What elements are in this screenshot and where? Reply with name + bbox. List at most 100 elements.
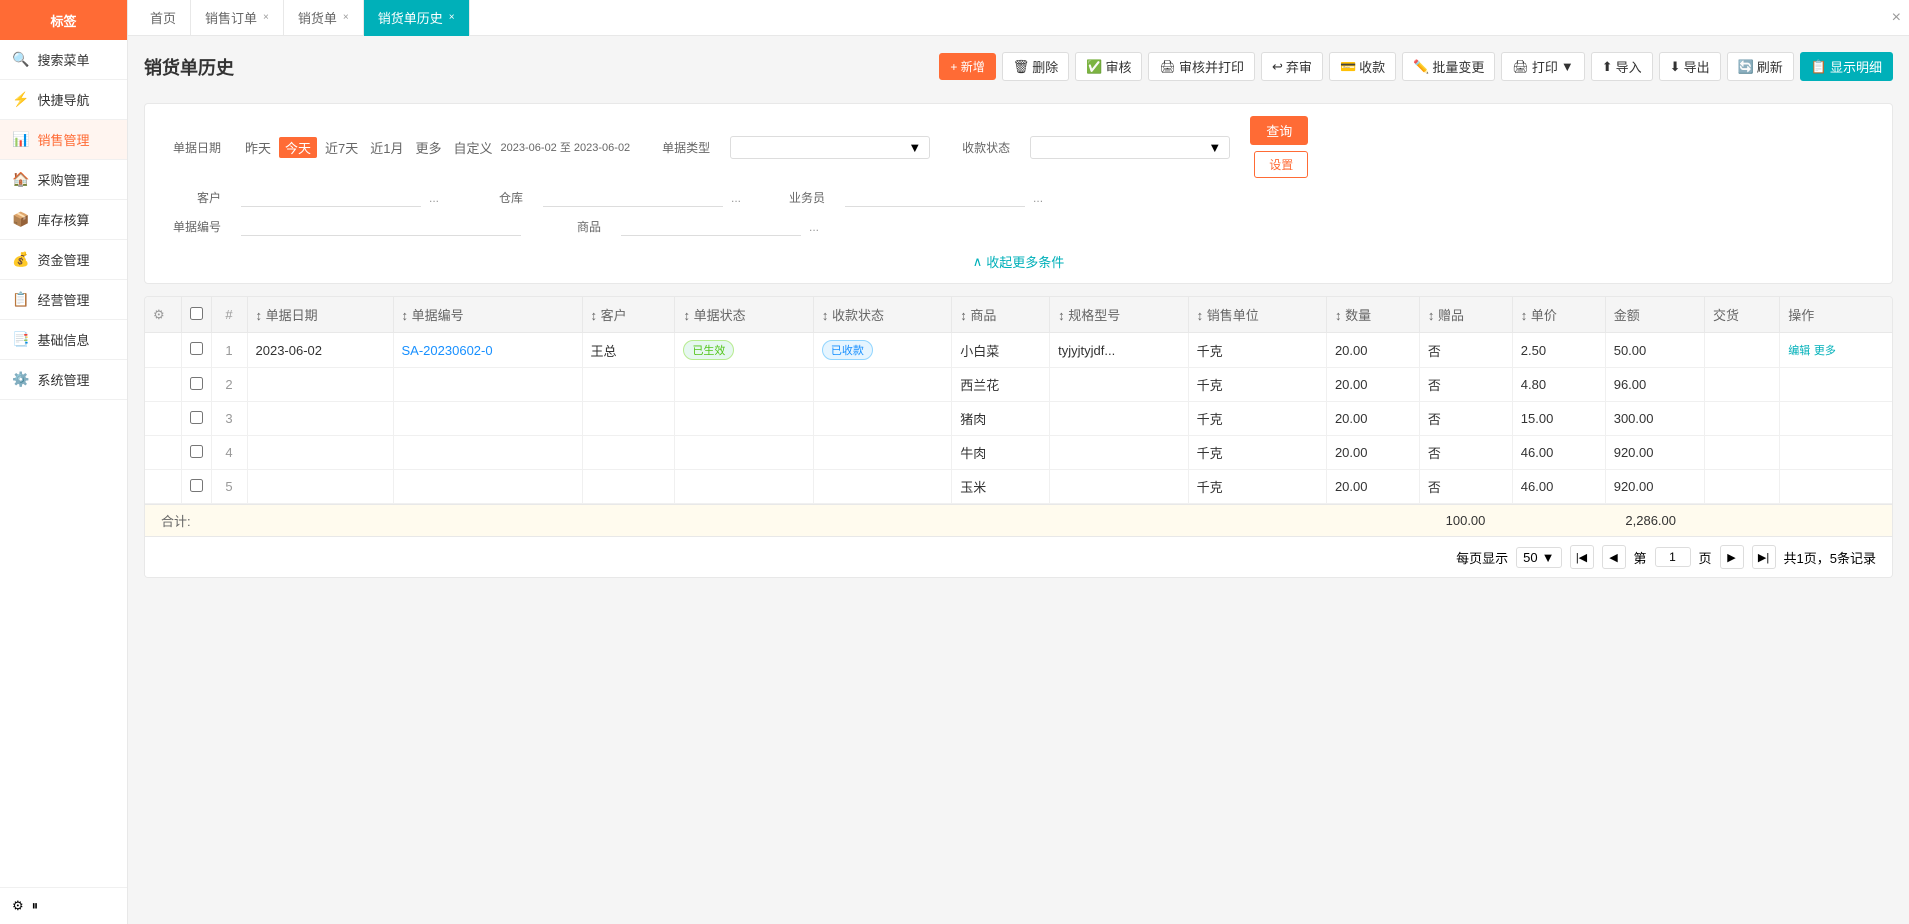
page-prev-btn[interactable]: ◀ [1602,545,1626,569]
row-checkbox[interactable] [190,342,203,355]
filter-collapse-btn[interactable]: ∧ 收起更多条件 [161,246,1876,271]
row-doc-date [247,402,393,436]
salesman-ellipsis-btn[interactable]: ... [1029,191,1047,205]
settings-col-icon[interactable]: ⚙ [153,307,165,322]
collect-button[interactable]: 💳 收款 [1329,52,1396,81]
row-doc-number [393,402,582,436]
tab-sales-history-close[interactable]: × [449,12,455,23]
col-customer[interactable]: ↕ 客户 [582,297,675,333]
import-button[interactable]: ⬆ 导入 [1591,52,1653,81]
col-spec[interactable]: ↕ 规格型号 [1050,297,1188,333]
row-checkbox-cell [181,470,211,504]
sidebar-item-quick-nav[interactable]: ⚡ 快捷导航 [0,80,127,120]
new-button[interactable]: + 新增 [939,53,995,80]
col-settings[interactable]: ⚙ [145,297,181,333]
docnum-input[interactable] [241,217,521,236]
tab-sales-history[interactable]: 销货单历史 × [364,0,470,36]
doc-number-link[interactable]: SA-20230602-0 [402,343,493,358]
date-btn-7days[interactable]: 近7天 [321,137,362,158]
date-btn-more[interactable]: 更多 [412,137,446,158]
page-first-btn[interactable]: |◀ [1570,545,1594,569]
row-num: 1 [211,333,247,368]
tab-home[interactable]: 首页 [136,0,191,36]
row-checkbox[interactable] [190,445,203,458]
select-all-checkbox[interactable] [190,307,203,320]
sidebar-item-inventory[interactable]: 📦 库存核算 [0,200,127,240]
sidebar-bottom-icon1[interactable]: ⚙ [12,898,24,914]
sidebar-item-operations[interactable]: 📋 经营管理 [0,280,127,320]
warehouse-ellipsis-btn[interactable]: ... [727,191,745,205]
tab-sales-order-close[interactable]: × [263,12,269,23]
row-num: 2 [211,368,247,402]
row-transaction [1704,368,1779,402]
sidebar-item-system-mgmt[interactable]: ⚙️ 系统管理 [0,360,127,400]
warehouse-input[interactable] [543,188,723,207]
goods-ellipsis-btn[interactable]: ... [805,220,823,234]
tab-sales-order[interactable]: 销售订单 × [191,0,284,36]
sidebar-item-sales-mgmt[interactable]: 📊 销售管理 [0,120,127,160]
customer-ellipsis-btn[interactable]: ... [425,191,443,205]
row-checkbox-cell [181,368,211,402]
row-unit-price: 46.00 [1512,470,1605,504]
row-gift: 否 [1419,402,1512,436]
goods-input[interactable] [621,217,801,236]
tab-sales-delivery-close[interactable]: × [343,12,349,23]
col-goods[interactable]: ↕ 商品 [952,297,1050,333]
row-num: 4 [211,436,247,470]
sidebar-bottom-icon2[interactable]: ⏸ [32,898,39,914]
edit-link[interactable]: 编辑 [1788,345,1810,357]
page-next-btn[interactable]: ▶ [1720,545,1744,569]
abandon-button[interactable]: ↩ 弃审 [1261,52,1323,81]
date-btn-yesterday[interactable]: 昨天 [241,137,275,158]
print-button[interactable]: 🖨 打印 ▼ [1501,52,1584,81]
col-unit[interactable]: ↕ 销售单位 [1188,297,1326,333]
export-button[interactable]: ⬇ 导出 [1659,52,1721,81]
col-unit-price[interactable]: ↕ 单价 [1512,297,1605,333]
tab-bar-close[interactable]: × [1892,9,1901,27]
table-row: 5玉米千克20.00否46.00920.00 [145,470,1892,504]
page-last-btn[interactable]: ▶| [1752,545,1776,569]
sidebar-item-label: 库存核算 [37,210,89,229]
row-customer [582,402,675,436]
date-shortcuts: 昨天 今天 近7天 近1月 更多 自定义 2023-06-02 至 2023-0… [241,137,630,158]
col-doc-number[interactable]: ↕ 单据编号 [393,297,582,333]
col-quantity[interactable]: ↕ 数量 [1326,297,1419,333]
table-footer: 合计: 100.00 2,286.00 [145,504,1892,536]
doc-type-select[interactable]: ▼ [730,136,930,159]
audit-button[interactable]: ✅ 审核 [1075,52,1142,81]
page-size-select[interactable]: 50 ▼ [1516,547,1561,568]
row-checkbox[interactable] [190,377,203,390]
row-doc-status [675,368,813,402]
more-link[interactable]: 更多 [1814,345,1836,357]
sidebar-item-basic-info[interactable]: 📑 基础信息 [0,320,127,360]
sidebar-item-finance[interactable]: 💰 资金管理 [0,240,127,280]
col-payment-status[interactable]: ↕ 收款状态 [813,297,951,333]
settings-button[interactable]: 设置 [1254,151,1308,178]
sidebar-item-search-menu[interactable]: 🔍 搜索菜单 [0,40,127,80]
customer-input[interactable] [241,188,421,207]
delete-icon: 🗑 [1013,59,1030,75]
show-detail-button[interactable]: 📋 显示明细 [1800,52,1893,81]
date-btn-1month[interactable]: 近1月 [366,137,407,158]
row-checkbox[interactable] [190,411,203,424]
date-btn-custom[interactable]: 自定义 [450,137,497,158]
col-doc-status[interactable]: ↕ 单据状态 [675,297,813,333]
row-num: 5 [211,470,247,504]
refresh-button[interactable]: 🔄 刷新 [1727,52,1794,81]
date-btn-today[interactable]: 今天 [279,137,317,158]
salesman-input[interactable] [845,188,1025,207]
query-button[interactable]: 查询 [1250,116,1308,145]
row-quantity: 20.00 [1326,470,1419,504]
page-number-input[interactable] [1655,547,1691,567]
sidebar-item-purchase-mgmt[interactable]: 🏠 采购管理 [0,160,127,200]
row-checkbox[interactable] [190,479,203,492]
col-doc-date[interactable]: ↕ 单据日期 [247,297,393,333]
row-unit: 千克 [1188,368,1326,402]
col-gift[interactable]: ↕ 赠品 [1419,297,1512,333]
table-row: 4牛肉千克20.00否46.00920.00 [145,436,1892,470]
audit-print-button[interactable]: 🖨 审核并打印 [1148,52,1255,81]
delete-button[interactable]: 🗑 删除 [1002,52,1070,81]
payment-status-select[interactable]: ▼ [1030,136,1230,159]
batch-change-button[interactable]: ✏️ 批量变更 [1402,52,1495,81]
tab-sales-delivery[interactable]: 销货单 × [284,0,364,36]
